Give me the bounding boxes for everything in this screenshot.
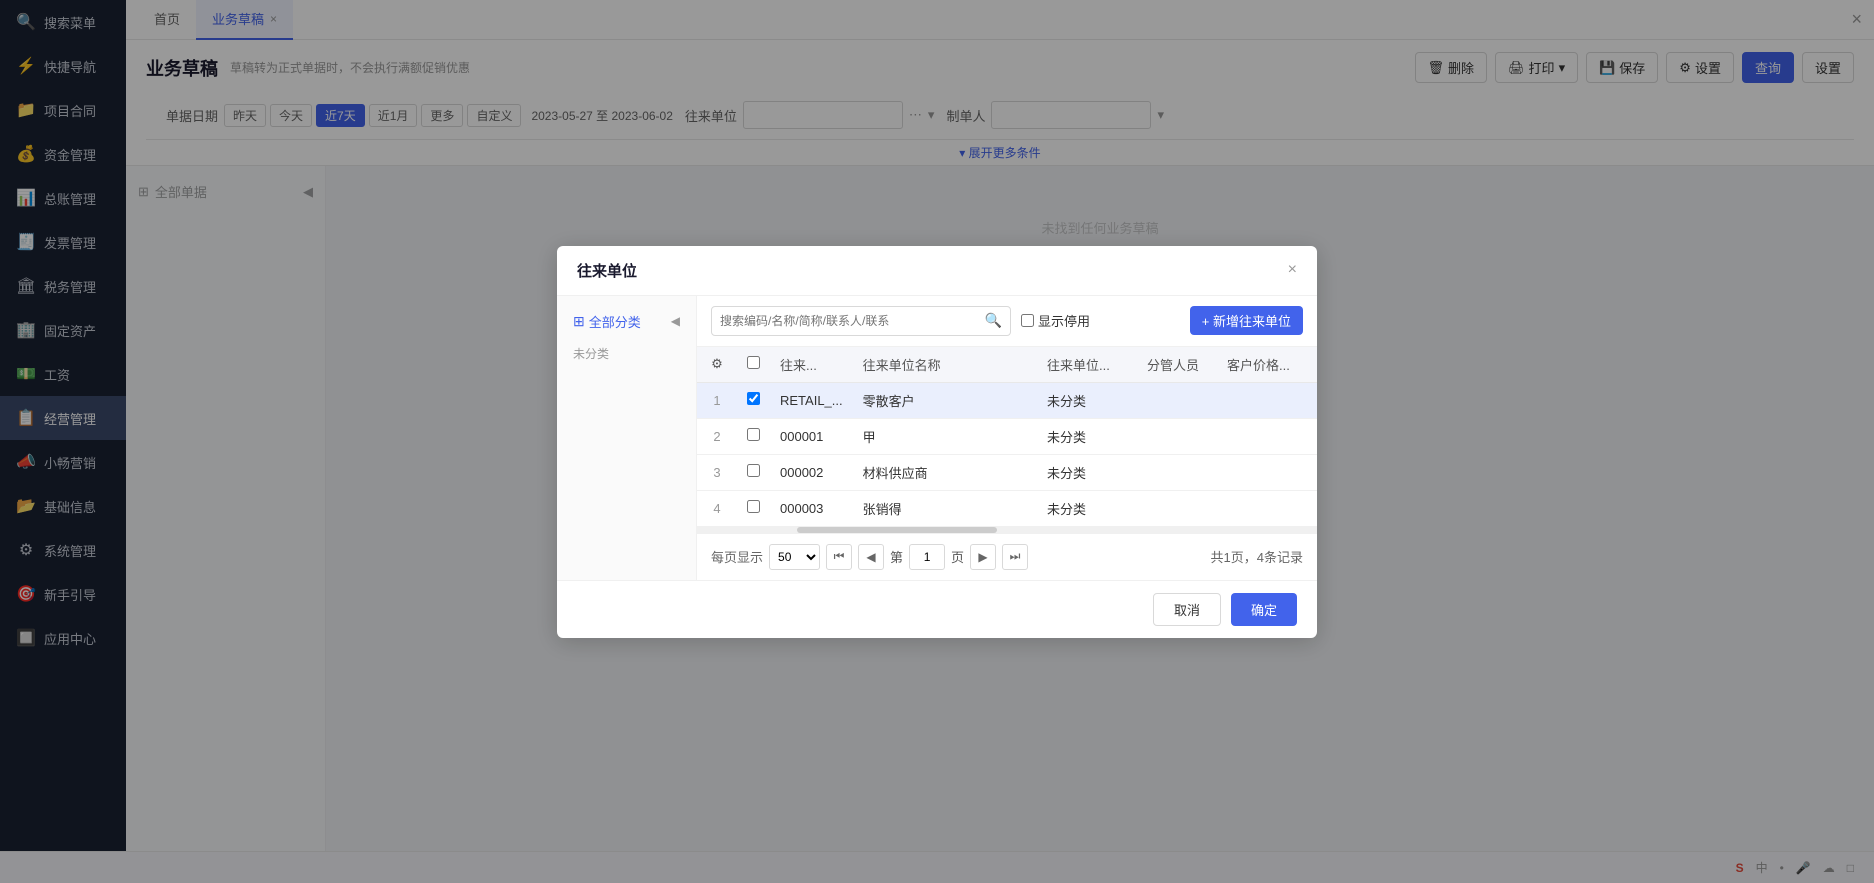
th-name: 往来单位名称: [853, 347, 1037, 383]
pagination: 每页显示 50 100 200 ⏮ ◀ 第 页 ▶ ⏭ 共1页，4条记录: [697, 533, 1317, 580]
row-name: 张销得: [853, 490, 1037, 526]
row-code: RETAIL_...: [770, 382, 853, 418]
horizontal-scrollbar[interactable]: [697, 527, 1317, 533]
dialog-footer: 取消 确定: [557, 580, 1317, 638]
row-num: 2: [697, 418, 737, 454]
select-all-checkbox[interactable]: [747, 356, 760, 369]
show-disabled-checkbox[interactable]: [1021, 314, 1034, 327]
dialog-sidebar-unclassified: 未分类: [557, 339, 696, 368]
row-person: [1137, 454, 1217, 490]
row-name: 甲: [853, 418, 1037, 454]
dialog-category-sidebar: ⊞ 全部分类 ◀ 未分类: [557, 296, 697, 580]
cancel-button[interactable]: 取消: [1153, 593, 1221, 626]
partner-search-input[interactable]: [720, 314, 985, 328]
dialog-title: 往来单位: [577, 260, 637, 281]
row-name: 零散客户: [853, 382, 1037, 418]
row-check[interactable]: [737, 382, 770, 418]
modal-overlay[interactable]: 往来单位 × ⊞ 全部分类 ◀ 未分类: [0, 0, 1874, 883]
row-name: 材料供应商: [853, 454, 1037, 490]
page-size-label: 每页显示: [711, 547, 763, 566]
prev-page-btn[interactable]: ◀: [858, 544, 884, 570]
last-page-btn[interactable]: ⏭: [1002, 544, 1028, 570]
table-row[interactable]: 4 000003 张销得 未分类: [697, 490, 1317, 526]
page-total-info: 共1页，4条记录: [1211, 547, 1303, 566]
row-num: 1: [697, 382, 737, 418]
row-price: [1217, 454, 1317, 490]
row-price: [1217, 418, 1317, 454]
table-row[interactable]: 1 RETAIL_... 零散客户 未分类: [697, 382, 1317, 418]
dialog-sidebar-all[interactable]: ⊞ 全部分类 ◀: [557, 304, 696, 339]
scroll-thumb[interactable]: [797, 527, 997, 533]
row-category: 未分类: [1037, 490, 1137, 526]
th-person: 分管人员: [1137, 347, 1217, 383]
dialog-body: ⊞ 全部分类 ◀ 未分类 🔍 显示停用: [557, 296, 1317, 580]
table-row[interactable]: 3 000002 材料供应商 未分类: [697, 454, 1317, 490]
row-code: 000001: [770, 418, 853, 454]
row-check[interactable]: [737, 454, 770, 490]
confirm-button[interactable]: 确定: [1231, 593, 1297, 626]
page-size-select[interactable]: 50 100 200: [769, 544, 820, 570]
dialog-close-icon[interactable]: ×: [1288, 261, 1297, 279]
row-code: 000003: [770, 490, 853, 526]
th-category: 往来单位...: [1037, 347, 1137, 383]
th-code: 往来...: [770, 347, 853, 383]
collapse-sidebar-icon[interactable]: ◀: [671, 314, 680, 328]
row-category: 未分类: [1037, 454, 1137, 490]
dialog-main: 🔍 显示停用 + 新增往来单位 ⚙: [697, 296, 1317, 580]
first-page-btn[interactable]: ⏮: [826, 544, 852, 570]
partner-dialog: 往来单位 × ⊞ 全部分类 ◀ 未分类: [557, 246, 1317, 638]
row-category: 未分类: [1037, 418, 1137, 454]
row-person: [1137, 382, 1217, 418]
page-input[interactable]: [909, 544, 945, 570]
partner-table-element: ⚙ 往来... 往来单位名称 往来单位... 分管人员 客户价格...: [697, 347, 1317, 527]
row-price: [1217, 490, 1317, 526]
th-settings: ⚙: [697, 347, 737, 383]
dialog-header: 往来单位 ×: [557, 246, 1317, 296]
search-wrapper: 🔍: [711, 306, 1011, 336]
page-label: 第: [890, 547, 903, 566]
table-row[interactable]: 2 000001 甲 未分类: [697, 418, 1317, 454]
next-page-btn[interactable]: ▶: [970, 544, 996, 570]
grid-dots-icon: ⊞: [573, 313, 585, 330]
row-check[interactable]: [737, 490, 770, 526]
row-person: [1137, 418, 1217, 454]
page-suffix: 页: [951, 547, 964, 566]
row-person: [1137, 490, 1217, 526]
row-check[interactable]: [737, 418, 770, 454]
add-partner-button[interactable]: + 新增往来单位: [1190, 306, 1303, 335]
table-header-row: ⚙ 往来... 往来单位名称 往来单位... 分管人员 客户价格...: [697, 347, 1317, 383]
th-checkbox: [737, 347, 770, 383]
row-code: 000002: [770, 454, 853, 490]
row-num: 3: [697, 454, 737, 490]
partner-table: ⚙ 往来... 往来单位名称 往来单位... 分管人员 客户价格...: [697, 347, 1317, 527]
row-num: 4: [697, 490, 737, 526]
show-disabled-label[interactable]: 显示停用: [1021, 311, 1090, 330]
dialog-toolbar: 🔍 显示停用 + 新增往来单位: [697, 296, 1317, 347]
row-category: 未分类: [1037, 382, 1137, 418]
row-price: [1217, 382, 1317, 418]
th-price: 客户价格...: [1217, 347, 1317, 383]
search-icon: 🔍: [985, 312, 1002, 329]
